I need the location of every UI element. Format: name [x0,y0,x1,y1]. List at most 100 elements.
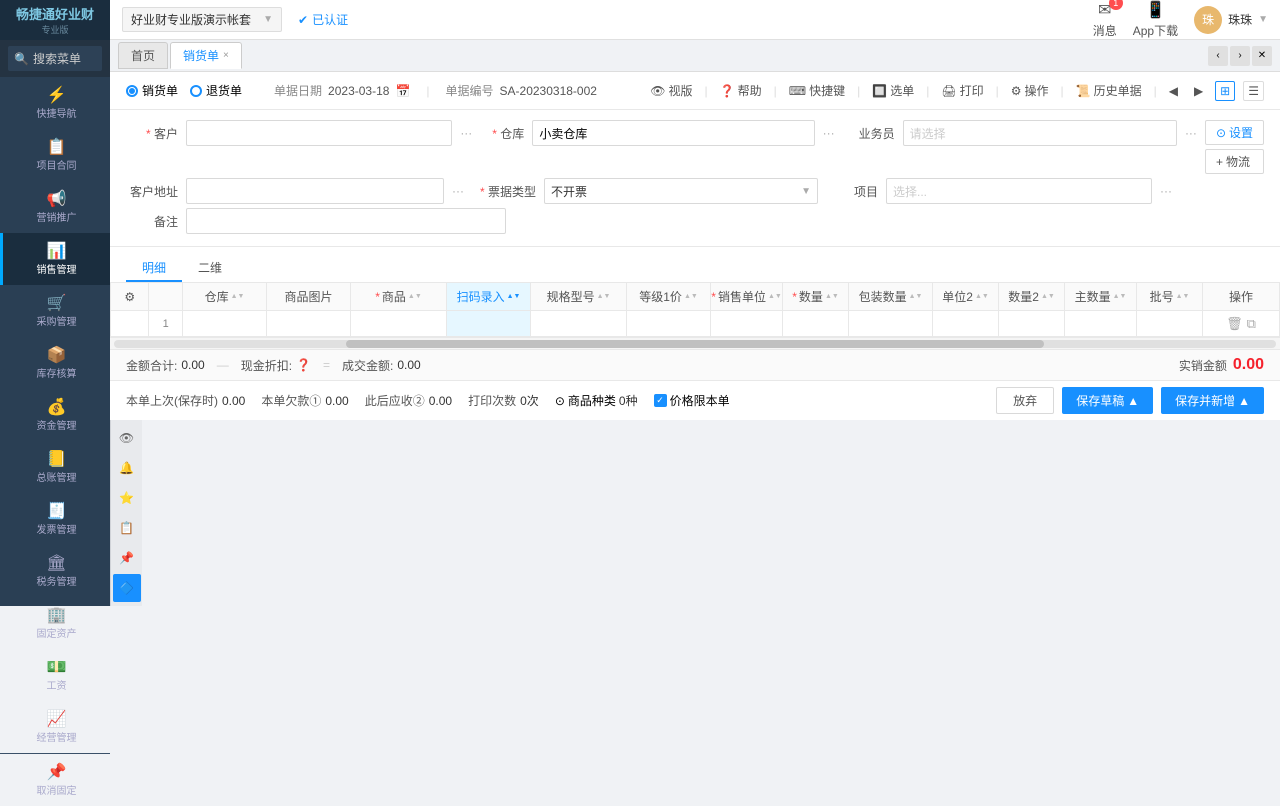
tab-detail-label: 明细 [142,261,166,275]
customer-more-button[interactable]: ··· [460,126,472,140]
sidebar-item-project[interactable]: 📋 项目合同 [0,129,110,181]
address-input[interactable] [186,178,444,204]
select-button[interactable]: 🔲 选单 [868,80,918,101]
tab-2d[interactable]: 二维 [182,255,238,282]
project-input[interactable]: 选择... [886,178,1152,204]
col-qty-header[interactable]: * 数量 ▲▼ [783,283,849,311]
expand-button[interactable]: ◀ [1165,82,1182,100]
col-image-header[interactable]: 商品图片 [267,283,351,311]
right-panel-btn-4[interactable]: 📋 [113,514,141,542]
right-panel-btn-3[interactable]: ⭐ [113,484,141,512]
horizontal-scrollbar[interactable] [110,337,1280,349]
return-radio[interactable]: 退货单 [190,82,242,99]
sidebar-item-sales[interactable]: 📊 销售管理 [0,233,110,285]
summary-equals: = [323,358,330,372]
col-barcode-header[interactable]: 扫码录入 ▲▼ [447,283,531,311]
salesperson-more-button[interactable]: ··· [1185,126,1197,140]
sidebar-item-kuaijie[interactable]: ⚡ 快捷导航 [0,77,110,129]
col-unit-header[interactable]: * 销售单位 ▲▼ [711,283,783,311]
sidebar-item-tax[interactable]: 🏛 税务管理 [0,545,110,597]
collapse-button[interactable]: ▶ [1190,82,1207,100]
tab-detail[interactable]: 明细 [126,255,182,282]
col-pack-header[interactable]: 包装数量 ▲▼ [849,283,933,311]
scrollbar-thumb[interactable] [346,340,1043,348]
print-button[interactable]: 🖨 打印 [937,80,987,101]
col-warehouse-header[interactable]: 仓库 ▲▼ [183,283,267,311]
add-product-button[interactable]: + 物流 [1205,149,1264,174]
notes-input[interactable] [186,208,506,234]
row-1-product[interactable] [351,311,447,337]
col-mainqty-header[interactable]: 主数量 ▲▼ [1065,283,1137,311]
col-product-header[interactable]: * 商品 ▲▼ [351,283,447,311]
message-button[interactable]: ✉ 1 消息 [1093,0,1117,39]
sidebar-item-purchase[interactable]: 🛒 采购管理 [0,285,110,337]
row-1-warehouse[interactable] [183,311,267,337]
app-download-button[interactable]: 📱 App下载 [1133,0,1178,39]
grid-view-button[interactable]: ⊞ [1215,81,1235,101]
shortcut-button[interactable]: ⌨ 快捷键 [785,80,849,101]
sidebar-item-salary[interactable]: 💵 工资 [0,649,110,701]
tab-sale[interactable]: 销货单 × [170,42,242,69]
tab-close-icon[interactable]: × [223,50,229,61]
row-1-spec[interactable] [531,311,627,337]
operate-button[interactable]: ⚙ 操作 [1007,80,1053,101]
right-panel-btn-1[interactable]: 👁 [113,424,141,452]
row-1-qty2[interactable] [999,311,1065,337]
user-menu[interactable]: 珠 珠珠 ▼ [1194,6,1268,34]
save-new-button[interactable]: 保存并新增 ▲ [1161,387,1264,414]
abandon-button[interactable]: 放弃 [996,387,1054,414]
right-panel-btn-2[interactable]: 🔔 [113,454,141,482]
sidebar-item-assets[interactable]: 🏢 固定资产 [0,597,110,649]
tab-next-button[interactable]: › [1230,46,1250,66]
row-1-delete-button[interactable]: 🗑 [1225,315,1244,333]
row-1-barcode[interactable] [447,311,531,337]
warehouse-input[interactable]: 小卖仓库 [532,120,814,146]
history-button[interactable]: 📜 历史单据 [1072,80,1146,101]
help-button[interactable]: ❓ 帮助 [716,80,766,101]
help-discount-icon[interactable]: ❓ [296,358,311,372]
price-checkbox[interactable]: ✓ [654,394,667,407]
sidebar-item-cancel-fixed[interactable]: 📌 取消固定 [0,754,110,806]
search-menu-button[interactable]: 🔍 搜索菜单 [8,46,102,71]
sidebar-item-ledger[interactable]: 📒 总账管理 [0,441,110,493]
row-1-copy-button[interactable]: ⧉ [1246,315,1257,333]
customer-input[interactable] [186,120,452,146]
sidebar-item-inventory[interactable]: 📦 库存核算 [0,337,110,389]
right-panel-btn-5[interactable]: 📌 [113,544,141,572]
row-1-unit2[interactable] [933,311,999,337]
sidebar-item-finance[interactable]: 💰 资金管理 [0,389,110,441]
invoice-select[interactable]: 不开票 ▼ [544,178,818,204]
address-more-button[interactable]: ··· [452,184,464,198]
sidebar-item-invoice[interactable]: 🧾 发票管理 [0,493,110,545]
row-1-qty[interactable] [783,311,849,337]
list-view-button[interactable]: ☰ [1243,81,1264,101]
right-panel-btn-6[interactable]: 🔷 [113,574,141,602]
tab-close-all-button[interactable]: ✕ [1252,46,1272,66]
topbar-right: ✉ 1 消息 📱 App下载 珠 珠珠 ▼ [1093,0,1268,39]
tab-home[interactable]: 首页 [118,42,168,69]
salesperson-input[interactable]: 请选择 [903,120,1177,146]
project-more-button[interactable]: ··· [1160,184,1172,198]
row-1-packqty[interactable] [849,311,933,337]
save-draft-button[interactable]: 保存草稿 ▲ [1062,387,1153,414]
warehouse-more-button[interactable]: ··· [823,126,835,140]
row-1-mainqty[interactable] [1065,311,1137,337]
row-1-batch[interactable] [1137,311,1203,337]
col-price1-header[interactable]: 等级1价 ▲▼ [627,283,711,311]
company-selector[interactable]: 好业财专业版演示帐套 ▼ [122,7,282,32]
calendar-icon[interactable]: 📅 [395,84,410,98]
row-1-price1[interactable] [627,311,711,337]
col-unit2-header[interactable]: 单位2 ▲▼ [933,283,999,311]
sale-radio[interactable]: 销货单 [126,82,178,99]
col-batch-header[interactable]: 批号 ▲▼ [1137,283,1203,311]
sidebar-item-marketing[interactable]: 📢 营销推广 [0,181,110,233]
settings-button[interactable]: ⊙ 设置 [1205,120,1264,145]
row-1-image[interactable] [267,311,351,337]
col-gear[interactable]: ⚙ [111,283,149,311]
sidebar-item-manage[interactable]: 📈 经营管理 [0,701,110,753]
col-spec-header[interactable]: 规格型号 ▲▼ [531,283,627,311]
view-button[interactable]: 👁 视版 [646,80,696,101]
tab-prev-button[interactable]: ‹ [1208,46,1228,66]
row-1-unit[interactable] [711,311,783,337]
col-qty2-header[interactable]: 数量2 ▲▼ [999,283,1065,311]
